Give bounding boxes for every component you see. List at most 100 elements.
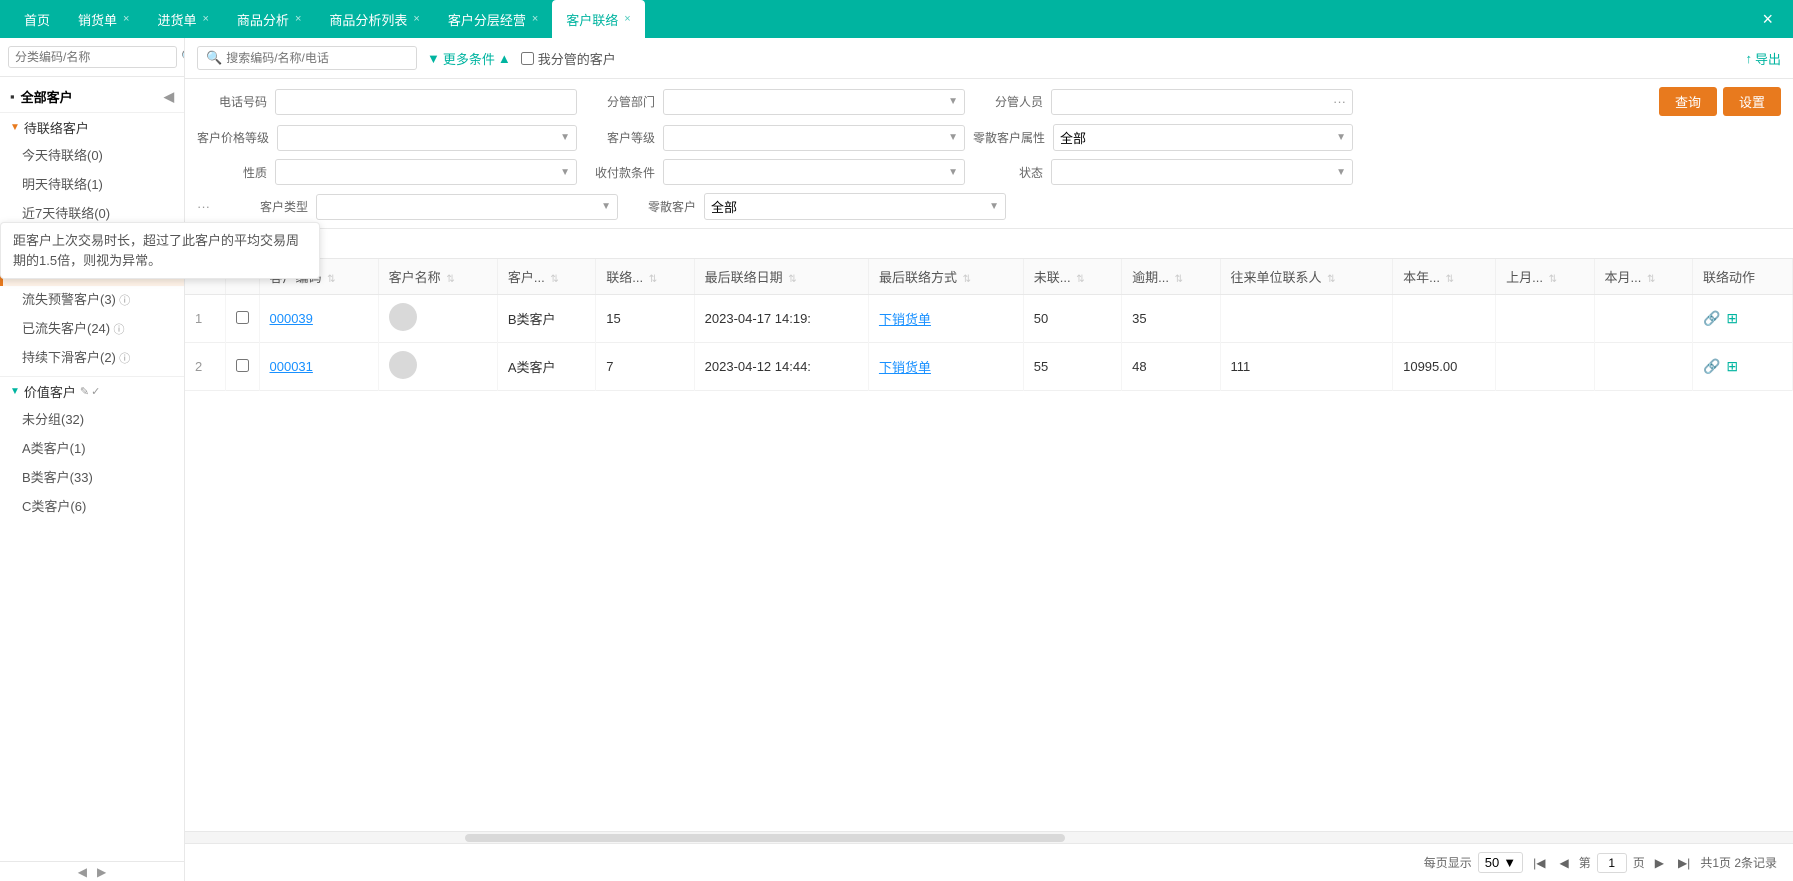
table-horizontal-scrollbar[interactable] xyxy=(185,831,1793,843)
customer-level-select[interactable]: ▼ xyxy=(663,125,965,151)
row2-action-link[interactable]: 🔗 xyxy=(1703,358,1720,375)
per-page-select[interactable]: 50 ▼ xyxy=(1478,852,1523,873)
row2-type-value: A类客户 xyxy=(508,360,556,375)
col-last-method-sort[interactable]: ⇅ xyxy=(963,274,971,285)
top-navigation: 首页 销货单 × 进货单 × 商品分析 × 商品分析列表 × 客户分层经营 × … xyxy=(0,0,1793,38)
nav-purchase-close[interactable]: × xyxy=(202,13,208,25)
sidebar-item-churn-warning[interactable]: 流失预警客户(3) ⓘ xyxy=(0,286,184,315)
nav-sales[interactable]: 销货单 × xyxy=(64,0,143,38)
table-scroll-thumb[interactable] xyxy=(465,834,1065,842)
nav-analysis-list-close[interactable]: × xyxy=(413,13,419,25)
row2-code[interactable]: 000031 xyxy=(259,343,378,391)
row1-code[interactable]: 000039 xyxy=(259,295,378,343)
nav-sales-close[interactable]: × xyxy=(123,13,129,25)
col-last-month-sort[interactable]: ⇅ xyxy=(1549,274,1557,285)
window-close-button[interactable]: × xyxy=(1752,9,1783,30)
row1-action-grid[interactable]: ⊞ xyxy=(1726,310,1738,327)
phone-input[interactable] xyxy=(275,89,577,115)
nav-customer-segment-close[interactable]: × xyxy=(532,13,538,25)
retail-customer-select[interactable]: 全部 ▼ xyxy=(704,193,1006,220)
col-this-year-sort[interactable]: ⇅ xyxy=(1446,274,1454,285)
col-uncontacted-sort[interactable]: ⇅ xyxy=(1076,274,1084,285)
more-dots[interactable]: ··· xyxy=(197,199,210,214)
row2-checkbox[interactable] xyxy=(225,343,259,391)
status-select[interactable]: ▼ xyxy=(1051,159,1353,185)
class-b-label: B类客户(33) xyxy=(22,470,93,485)
more-conditions-button[interactable]: ▼ 更多条件 ▲ xyxy=(427,49,511,68)
manager-select[interactable]: ··· xyxy=(1051,89,1353,115)
sidebar-scroll-right[interactable]: ▶ xyxy=(97,865,106,879)
col-last-date-sort[interactable]: ⇅ xyxy=(788,274,796,285)
nav-customer-contact-close[interactable]: × xyxy=(624,13,630,25)
value-customers-header[interactable]: ▼ 价值客户 ✎ ✓ xyxy=(0,376,184,406)
settings-button[interactable]: 设置 xyxy=(1723,87,1781,116)
sidebar: 🔍 ▪ 全部客户 ◀ ▼ 待联络客户 今天待联络(0) 明天待联络(1) xyxy=(0,38,185,881)
last-page-button[interactable]: ▶| xyxy=(1674,854,1694,872)
col-contact-person-sort[interactable]: ⇅ xyxy=(1327,274,1335,285)
main-search-input[interactable] xyxy=(226,51,406,65)
pending-section-title[interactable]: ▼ 待联络客户 xyxy=(0,113,184,142)
nav-customer-segment[interactable]: 客户分层经营 × xyxy=(434,0,552,38)
sidebar-item-tomorrow[interactable]: 明天待联络(1) xyxy=(0,171,184,200)
my-customers-checkbox-wrap[interactable]: 我分管的客户 xyxy=(521,49,616,68)
query-button[interactable]: 查询 xyxy=(1659,87,1717,116)
churned-icon: ⓘ xyxy=(113,324,124,336)
nav-purchase[interactable]: 进货单 × xyxy=(143,0,222,38)
sidebar-item-declining[interactable]: 持续下滑客户(2) ⓘ xyxy=(0,344,184,373)
row2-code-value[interactable]: 000031 xyxy=(270,359,313,374)
category-search-input[interactable] xyxy=(8,46,177,68)
nav-analysis-close[interactable]: × xyxy=(295,13,301,25)
nav-customer-contact-label: 客户联络 xyxy=(566,10,618,29)
more-conditions-arrow: ▲ xyxy=(498,51,511,66)
sidebar-item-today[interactable]: 今天待联络(0) xyxy=(0,142,184,171)
col-last-date: 最后联络日期 ⇅ xyxy=(694,259,868,295)
col-type-sort[interactable]: ⇅ xyxy=(550,274,558,285)
dept-select[interactable]: ▼ xyxy=(663,89,965,115)
sidebar-item-class-c[interactable]: C类客户(6) xyxy=(0,493,184,522)
retail-attr-select[interactable]: 全部 ▼ xyxy=(1053,124,1353,151)
prev-page-button[interactable]: ◀ xyxy=(1555,854,1572,872)
col-type-label: 客户... xyxy=(508,270,545,285)
row2-action-grid[interactable]: ⊞ xyxy=(1726,358,1738,375)
nav-analysis[interactable]: 商品分析 × xyxy=(223,0,315,38)
filter-bar: 🔍 ▼ 更多条件 ▲ 我分管的客户 ↑ 导出 xyxy=(185,38,1793,79)
my-customers-checkbox[interactable] xyxy=(521,52,534,65)
first-page-button[interactable]: |◀ xyxy=(1529,854,1549,872)
row1-last-method[interactable]: 下销货单 xyxy=(868,295,1023,343)
table-scroll[interactable]: 客户编码 ⇅ 客户名称 ⇅ 客户... ⇅ xyxy=(185,259,1793,831)
price-level-select[interactable]: ▼ xyxy=(277,125,577,151)
all-customers-item[interactable]: ▪ 全部客户 ◀ xyxy=(0,81,184,113)
nav-customer-contact[interactable]: 客户联络 × xyxy=(552,0,644,38)
sidebar-item-ungroups[interactable]: 未分组(32) xyxy=(0,406,184,435)
row1-checkbox[interactable] xyxy=(225,295,259,343)
col-this-year: 本年... ⇅ xyxy=(1393,259,1496,295)
row1-last-method-value[interactable]: 下销货单 xyxy=(879,312,931,327)
col-name-sort[interactable]: ⇅ xyxy=(446,274,454,285)
row2-last-method-value[interactable]: 下销货单 xyxy=(879,360,931,375)
value-edit-icon[interactable]: ✎ xyxy=(80,385,89,398)
col-code-sort[interactable]: ⇅ xyxy=(327,274,335,285)
filter-row-3: 性质 ▼ 收付款条件 ▼ 状态 xyxy=(197,159,1781,185)
gender-select[interactable]: ▼ xyxy=(275,159,577,185)
payment-select[interactable]: ▼ xyxy=(663,159,965,185)
col-uncontacted-label: 未联... xyxy=(1034,270,1071,285)
export-button[interactable]: ↑ 导出 xyxy=(1745,49,1781,68)
sidebar-item-class-b[interactable]: B类客户(33) xyxy=(0,464,184,493)
row2-last-method[interactable]: 下销货单 xyxy=(868,343,1023,391)
manager-dots[interactable]: ··· xyxy=(1333,94,1346,109)
sidebar-scroll-left[interactable]: ◀ xyxy=(78,865,87,879)
col-contact-sort[interactable]: ⇅ xyxy=(649,274,657,285)
customer-type-select[interactable]: ▼ xyxy=(316,194,618,220)
sidebar-item-class-a[interactable]: A类客户(1) xyxy=(0,435,184,464)
row1-code-value[interactable]: 000039 xyxy=(270,311,313,326)
col-this-month-sort[interactable]: ⇅ xyxy=(1647,274,1655,285)
page-number-input[interactable] xyxy=(1597,853,1627,873)
sidebar-item-churned[interactable]: 已流失客户(24) ⓘ xyxy=(0,315,184,344)
collapse-icon[interactable]: ◀ xyxy=(164,89,174,105)
col-contact-count-label: 联络... xyxy=(606,270,643,285)
row1-action-link[interactable]: 🔗 xyxy=(1703,310,1720,327)
nav-home[interactable]: 首页 xyxy=(10,0,64,38)
nav-analysis-list[interactable]: 商品分析列表 × xyxy=(315,0,433,38)
col-overdue-sort[interactable]: ⇅ xyxy=(1175,274,1183,285)
next-page-button[interactable]: ▶ xyxy=(1651,854,1668,872)
